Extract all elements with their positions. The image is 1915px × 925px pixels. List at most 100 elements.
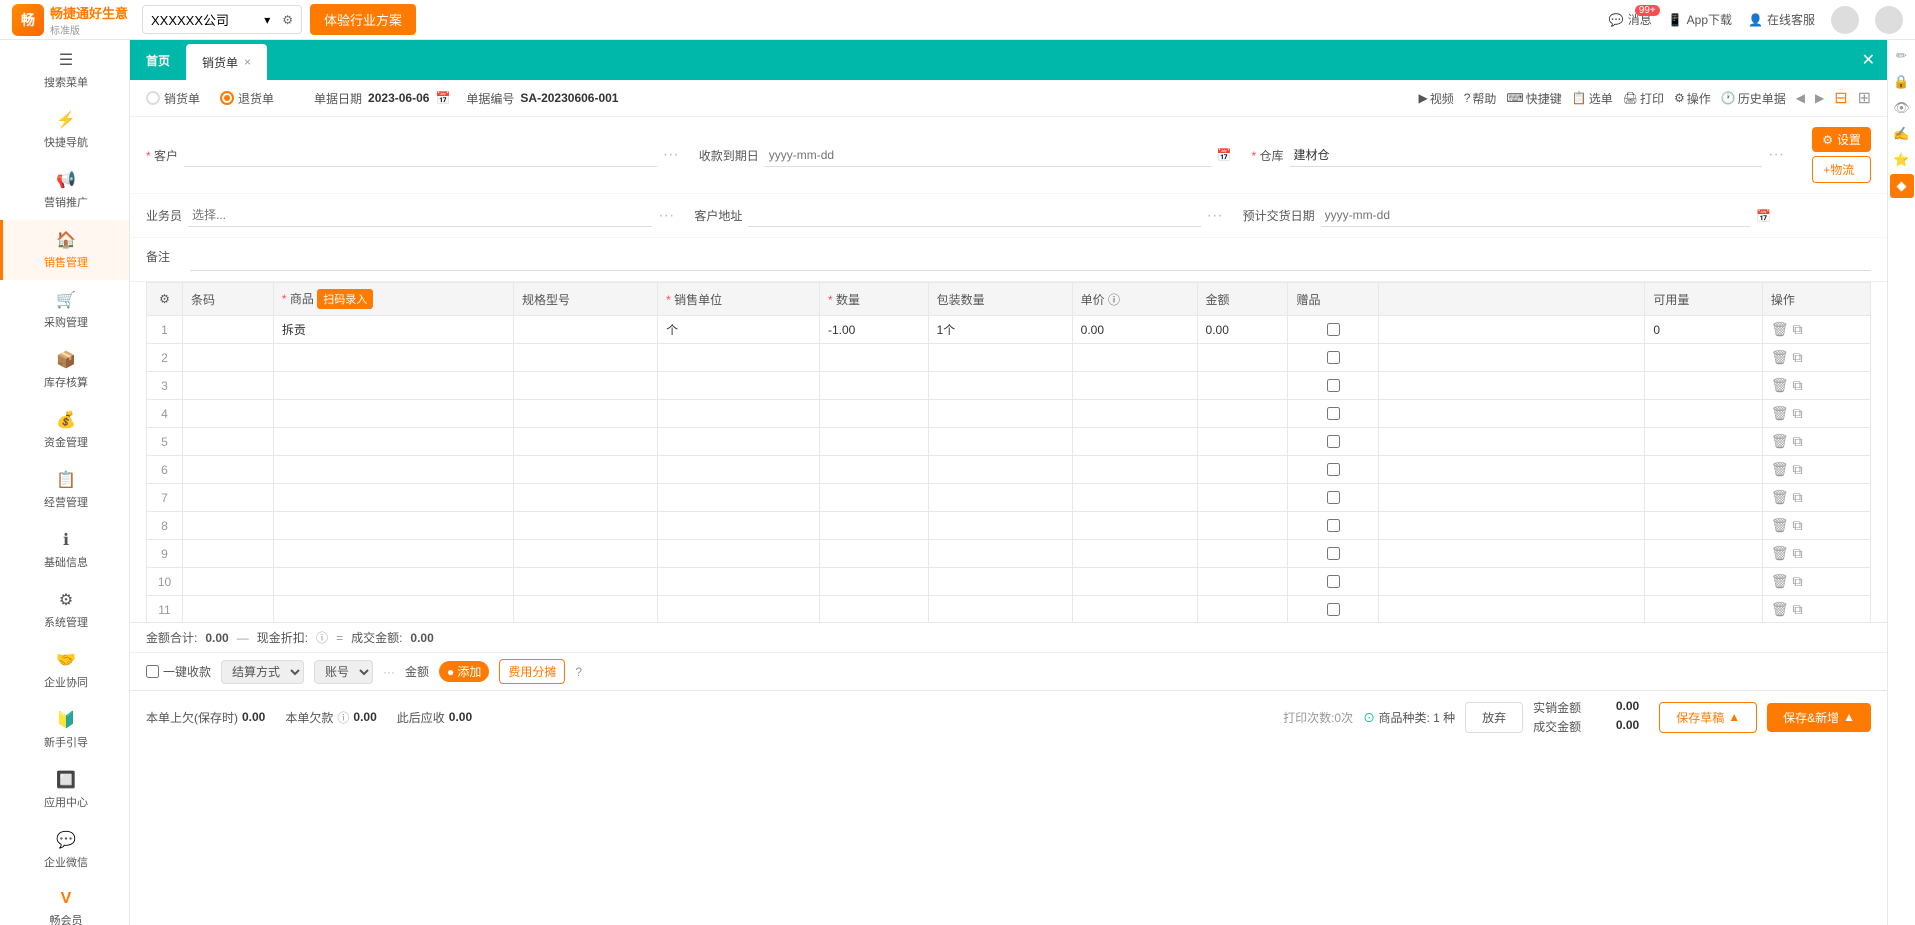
user-avatar[interactable] [1831, 6, 1859, 34]
sidebar-item-new-guide[interactable]: 🔰 新手引导 [0, 700, 129, 760]
payment-date-calendar-icon[interactable]: 📅 [1217, 148, 1232, 162]
customer-addr-input[interactable] [748, 204, 1200, 227]
cell-gift[interactable] [1288, 456, 1379, 484]
cell-goods[interactable] [273, 540, 513, 568]
user-avatar2[interactable] [1875, 6, 1903, 34]
right-tool-2[interactable]: 🔒 [1890, 70, 1914, 94]
customer-dots[interactable]: ··· [663, 146, 679, 164]
warehouse-input[interactable] [1290, 144, 1763, 167]
right-tool-1[interactable]: ✏ [1890, 44, 1914, 68]
cell-gift[interactable] [1288, 512, 1379, 540]
copy-row-icon[interactable]: ⧉ [1793, 405, 1803, 422]
gift-checkbox[interactable] [1327, 379, 1340, 392]
gift-checkbox[interactable] [1327, 435, 1340, 448]
cell-gift[interactable] [1288, 344, 1379, 372]
logistics-button[interactable]: +物流 [1812, 156, 1871, 183]
delete-row-icon[interactable]: 🗑 [1771, 573, 1789, 590]
delete-row-icon[interactable]: 🗑 [1771, 489, 1789, 506]
account-no-select[interactable]: 账号 [314, 660, 373, 684]
copy-row-icon[interactable]: ⧉ [1793, 461, 1803, 478]
sidebar-item-sales[interactable]: 🏠 销售管理 [0, 220, 129, 280]
cell-goods[interactable] [273, 596, 513, 623]
action-choose[interactable]: 📋 选单 [1572, 90, 1613, 107]
tab-sale-order[interactable]: 销货单 × [186, 44, 267, 80]
cell-goods[interactable] [273, 512, 513, 540]
delete-row-icon[interactable]: 🗑 [1771, 517, 1789, 534]
gift-checkbox[interactable] [1327, 407, 1340, 420]
sidebar-item-operation[interactable]: 📋 经营管理 [0, 460, 129, 520]
trial-button[interactable]: 体验行业方案 [310, 4, 416, 35]
cell-gift[interactable] [1288, 596, 1379, 623]
gift-checkbox[interactable] [1327, 491, 1340, 504]
copy-row-icon[interactable]: ⧉ [1793, 601, 1803, 618]
action-video[interactable]: ▶ 视频 [1418, 90, 1453, 107]
delete-row-icon[interactable]: 🗑 [1771, 377, 1789, 394]
gift-checkbox[interactable] [1327, 351, 1340, 364]
sidebar-item-inventory[interactable]: 📦 库存核算 [0, 340, 129, 400]
copy-row-icon[interactable]: ⧉ [1793, 349, 1803, 366]
fee-split-button[interactable]: 费用分摊 [499, 659, 565, 684]
radio-sale[interactable]: 销货单 [146, 90, 200, 107]
right-tool-6[interactable]: ◆ [1890, 174, 1914, 198]
payment-date-input[interactable] [765, 144, 1211, 167]
gift-checkbox[interactable] [1327, 463, 1340, 476]
gift-checkbox[interactable] [1327, 547, 1340, 560]
warehouse-dots[interactable]: ··· [1768, 146, 1784, 164]
sidebar-item-finance[interactable]: 💰 资金管理 [0, 400, 129, 460]
save-draft-button[interactable]: 保存草稿 ▲ [1659, 702, 1757, 733]
one-click-pay-checkbox[interactable]: 一键收款 [146, 663, 211, 680]
cell-gift[interactable] [1288, 316, 1379, 344]
cell-gift[interactable] [1288, 400, 1379, 428]
cell-goods[interactable] [273, 456, 513, 484]
action-print[interactable]: 🖨 打印 [1623, 90, 1664, 107]
cell-gift[interactable] [1288, 484, 1379, 512]
grid-view-icon[interactable]: ⊞ [1858, 88, 1871, 108]
cell-goods[interactable] [273, 400, 513, 428]
copy-row-icon[interactable]: ⧉ [1793, 489, 1803, 506]
sidebar-item-base-info[interactable]: ℹ 基础信息 [0, 520, 129, 580]
expected-date-input[interactable] [1321, 204, 1750, 227]
copy-row-icon[interactable]: ⧉ [1793, 433, 1803, 450]
salesman-dots[interactable]: ··· [658, 207, 674, 225]
gift-checkbox[interactable] [1327, 519, 1340, 532]
delete-row-icon[interactable]: 🗑 [1771, 349, 1789, 366]
right-tool-5[interactable]: ⭐ [1890, 148, 1914, 172]
delete-row-icon[interactable]: 🗑 [1771, 321, 1789, 338]
prev-icon[interactable]: ◀ [1796, 91, 1805, 105]
sidebar-item-member[interactable]: V 畅会员 [0, 880, 129, 925]
cell-goods[interactable]: 拆贡 [273, 316, 513, 344]
delete-row-icon[interactable]: 🗑 [1771, 405, 1789, 422]
copy-row-icon[interactable]: ⧉ [1793, 377, 1803, 394]
copy-row-icon[interactable]: ⧉ [1793, 517, 1803, 534]
remark-input[interactable] [190, 248, 1871, 271]
sidebar-item-enterprise-wechat[interactable]: 💬 企业微信 [0, 820, 129, 880]
sidebar-item-app-center[interactable]: 🔲 应用中心 [0, 760, 129, 820]
cell-goods[interactable] [273, 372, 513, 400]
list-view-icon[interactable]: ⊟ [1834, 88, 1847, 108]
settings-button[interactable]: ⚙ 设置 [1812, 127, 1871, 152]
app-download[interactable]: 📱 App下载 [1668, 11, 1732, 28]
sidebar-item-search-bill[interactable]: ☰ 搜索菜单 [0, 40, 129, 100]
gift-checkbox[interactable] [1327, 323, 1340, 336]
right-tool-3[interactable]: 👁 [1890, 96, 1914, 120]
save-new-button[interactable]: 保存&新增 ▲ [1767, 703, 1871, 732]
action-history[interactable]: 🕐 历史单据 [1721, 90, 1786, 107]
copy-row-icon[interactable]: ⧉ [1793, 321, 1803, 338]
one-click-pay-check[interactable] [146, 665, 159, 678]
next-icon[interactable]: ▶ [1815, 91, 1824, 105]
action-shortcut[interactable]: ⌨ 快捷键 [1506, 90, 1561, 107]
sidebar-item-enterprise[interactable]: 🤝 企业协同 [0, 640, 129, 700]
online-service[interactable]: 👤 在线客服 [1748, 11, 1815, 28]
delete-row-icon[interactable]: 🗑 [1771, 545, 1789, 562]
calc-method-select[interactable]: 结算方式 [221, 660, 304, 684]
settings-icon[interactable]: ⚙ [282, 13, 293, 27]
company-selector[interactable]: XXXXXX公司 ▾ ⚙ [142, 5, 302, 34]
salesman-input[interactable] [188, 204, 652, 227]
cell-gift[interactable] [1288, 568, 1379, 596]
sidebar-item-marketing[interactable]: 📢 营销推广 [0, 160, 129, 220]
tab-home[interactable]: 首页 [130, 40, 186, 80]
payment-dots[interactable]: ··· [383, 665, 395, 679]
calendar-icon[interactable]: 📅 [435, 91, 450, 105]
tab-close-icon[interactable]: × [244, 55, 251, 69]
expected-date-calendar-icon[interactable]: 📅 [1756, 209, 1771, 223]
